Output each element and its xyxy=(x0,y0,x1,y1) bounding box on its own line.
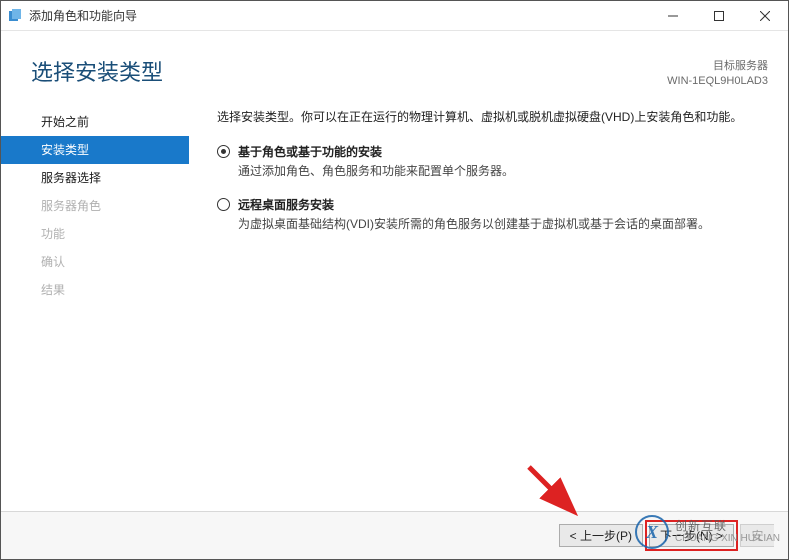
main-panel: 选择安装类型。你可以在正在运行的物理计算机、虚拟机或脱机虚拟硬盘(VHD)上安装… xyxy=(189,102,788,511)
watermark-cn: 创新互联 xyxy=(675,519,780,533)
nav-features: 功能 xyxy=(1,220,189,248)
content-row: 开始之前 安装类型 服务器选择 服务器角色 功能 确认 结果 选择安装类型。你可… xyxy=(1,102,788,511)
radio-role-based[interactable] xyxy=(217,145,230,158)
window-title: 添加角色和功能向导 xyxy=(29,7,650,24)
target-server-box: 目标服务器 WIN-1EQL9H0LAD3 xyxy=(667,55,768,90)
header-area: 选择安装类型 目标服务器 WIN-1EQL9H0LAD3 xyxy=(1,31,788,102)
target-server-label: 目标服务器 xyxy=(667,59,768,74)
nav-results: 结果 xyxy=(1,276,189,304)
instruction-text: 选择安装类型。你可以在正在运行的物理计算机、虚拟机或脱机虚拟硬盘(VHD)上安装… xyxy=(217,108,758,127)
watermark-text: 创新互联 CHUANG XIN HU LIAN xyxy=(675,519,780,545)
option-remote-desktop-title: 远程桌面服务安装 xyxy=(238,196,758,213)
nav-confirmation: 确认 xyxy=(1,248,189,276)
nav-before-you-begin[interactable]: 开始之前 xyxy=(1,108,189,136)
nav-server-roles: 服务器角色 xyxy=(1,192,189,220)
watermark-en: CHUANG XIN HU LIAN xyxy=(675,533,780,545)
watermark: X 创新互联 CHUANG XIN HU LIAN xyxy=(635,515,780,549)
minimize-button[interactable] xyxy=(650,1,696,30)
option-role-based-desc: 通过添加角色、角色服务和功能来配置单个服务器。 xyxy=(238,162,758,180)
page-title: 选择安装类型 xyxy=(31,55,163,87)
option-role-based-text: 基于角色或基于功能的安装 通过添加角色、角色服务和功能来配置单个服务器。 xyxy=(238,143,758,180)
titlebar: 添加角色和功能向导 xyxy=(1,1,788,31)
previous-button[interactable]: < 上一步(P) xyxy=(559,524,643,547)
radio-remote-desktop[interactable] xyxy=(217,198,230,211)
watermark-logo-icon: X xyxy=(635,515,669,549)
wizard-window: 添加角色和功能向导 选择安装类型 目标服务器 WIN-1EQL9H0LAD3 xyxy=(0,0,789,560)
option-remote-desktop-desc: 为虚拟桌面基础结构(VDI)安装所需的角色服务以创建基于虚拟机或基于会话的桌面部… xyxy=(238,215,758,233)
maximize-button[interactable] xyxy=(696,1,742,30)
option-role-based[interactable]: 基于角色或基于功能的安装 通过添加角色、角色服务和功能来配置单个服务器。 xyxy=(217,143,758,180)
option-role-based-title: 基于角色或基于功能的安装 xyxy=(238,143,758,160)
app-icon xyxy=(7,8,23,24)
option-remote-desktop-text: 远程桌面服务安装 为虚拟桌面基础结构(VDI)安装所需的角色服务以创建基于虚拟机… xyxy=(238,196,758,233)
close-button[interactable] xyxy=(742,1,788,30)
option-remote-desktop[interactable]: 远程桌面服务安装 为虚拟桌面基础结构(VDI)安装所需的角色服务以创建基于虚拟机… xyxy=(217,196,758,233)
target-server-value: WIN-1EQL9H0LAD3 xyxy=(667,74,768,89)
sidebar-nav: 开始之前 安装类型 服务器选择 服务器角色 功能 确认 结果 xyxy=(1,102,189,511)
window-controls xyxy=(650,1,788,30)
nav-installation-type[interactable]: 安装类型 xyxy=(1,136,189,164)
wizard-body: 选择安装类型 目标服务器 WIN-1EQL9H0LAD3 开始之前 安装类型 服… xyxy=(1,31,788,559)
nav-server-selection[interactable]: 服务器选择 xyxy=(1,164,189,192)
